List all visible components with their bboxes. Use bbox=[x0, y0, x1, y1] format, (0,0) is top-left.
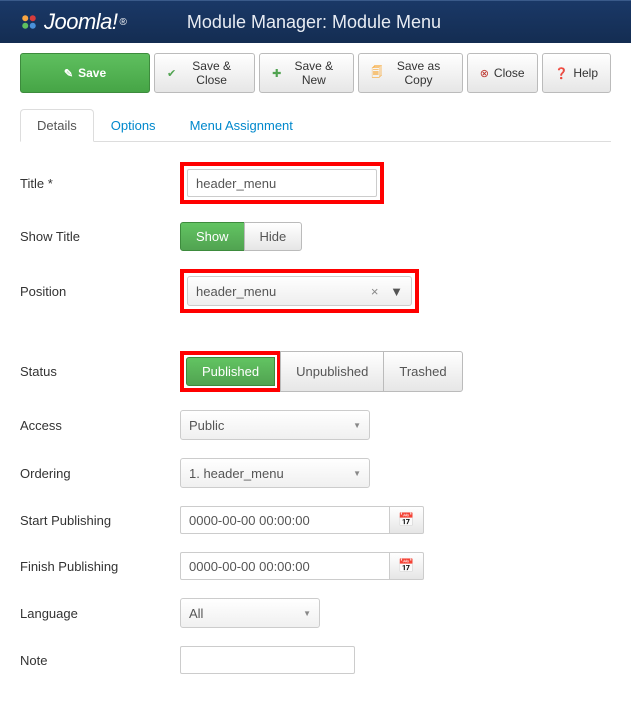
check-icon: ✔ bbox=[167, 67, 176, 80]
plus-icon: ✚ bbox=[272, 67, 281, 80]
finish-publishing-calendar-button[interactable]: 📅 bbox=[390, 552, 424, 580]
language-select[interactable]: All ▼ bbox=[180, 598, 320, 628]
save-button[interactable]: ✎ Save bbox=[20, 53, 150, 93]
show-button[interactable]: Show bbox=[180, 222, 245, 251]
highlight-title bbox=[180, 162, 384, 204]
tabs-nav: Details Options Menu Assignment bbox=[20, 109, 611, 142]
status-toggle: Published Unpublished Trashed bbox=[180, 351, 463, 392]
page-title: Module Manager: Module Menu bbox=[187, 12, 441, 33]
highlight-status: Published bbox=[180, 351, 281, 392]
header-bar: Joomla! ® Module Manager: Module Menu bbox=[0, 0, 631, 43]
apply-icon: ✎ bbox=[64, 67, 73, 80]
save-close-label: Save & Close bbox=[181, 59, 242, 87]
save-new-button[interactable]: ✚ Save & New bbox=[259, 53, 354, 93]
hide-button[interactable]: Hide bbox=[244, 222, 303, 251]
calendar-icon: 📅 bbox=[398, 512, 414, 528]
finish-publishing-input[interactable] bbox=[180, 552, 390, 580]
start-publishing-calendar-button[interactable]: 📅 bbox=[390, 506, 424, 534]
save-copy-label: Save as Copy bbox=[387, 59, 449, 87]
close-button[interactable]: ⊗ Close bbox=[467, 53, 538, 93]
highlight-position: header_menu × ▼ bbox=[180, 269, 419, 313]
caret-down-icon: ▼ bbox=[353, 421, 361, 430]
trashed-button[interactable]: Trashed bbox=[383, 351, 462, 392]
start-publishing-label: Start Publishing bbox=[20, 513, 180, 528]
unpublished-button[interactable]: Unpublished bbox=[280, 351, 384, 392]
language-label: Language bbox=[20, 606, 180, 621]
title-label: Title * bbox=[20, 176, 180, 191]
tab-details[interactable]: Details bbox=[20, 109, 94, 142]
save-close-button[interactable]: ✔ Save & Close bbox=[154, 53, 255, 93]
brand-reg: ® bbox=[120, 17, 127, 28]
help-icon: ❓ bbox=[555, 67, 569, 80]
published-button[interactable]: Published bbox=[186, 357, 275, 386]
finish-publishing-label: Finish Publishing bbox=[20, 559, 180, 574]
ordering-label: Ordering bbox=[20, 466, 180, 481]
show-title-label: Show Title bbox=[20, 229, 180, 244]
save-label: Save bbox=[78, 66, 106, 80]
calendar-icon: 📅 bbox=[398, 558, 414, 574]
caret-down-icon: ▼ bbox=[390, 284, 403, 299]
help-button[interactable]: ❓ Help bbox=[542, 53, 611, 93]
toolbar: ✎ Save ✔ Save & Close ✚ Save & New 🗐 Sav… bbox=[0, 43, 631, 99]
note-input[interactable] bbox=[180, 646, 355, 674]
title-input[interactable] bbox=[187, 169, 377, 197]
position-label: Position bbox=[20, 284, 180, 299]
tab-options[interactable]: Options bbox=[94, 109, 173, 142]
position-select[interactable]: header_menu × ▼ bbox=[187, 276, 412, 306]
save-copy-button[interactable]: 🗐 Save as Copy bbox=[358, 53, 462, 93]
copy-icon: 🗐 bbox=[371, 64, 382, 83]
clear-position-icon[interactable]: × bbox=[371, 284, 379, 299]
caret-down-icon: ▼ bbox=[303, 609, 311, 618]
close-label: Close bbox=[494, 66, 525, 80]
save-new-label: Save & New bbox=[286, 59, 341, 87]
show-title-toggle: Show Hide bbox=[180, 222, 302, 251]
brand-text: Joomla! bbox=[44, 9, 118, 35]
close-icon: ⊗ bbox=[480, 67, 489, 80]
position-value: header_menu bbox=[196, 284, 276, 299]
ordering-value: 1. header_menu bbox=[189, 466, 284, 481]
ordering-select[interactable]: 1. header_menu ▼ bbox=[180, 458, 370, 488]
help-label: Help bbox=[573, 66, 598, 80]
start-publishing-input[interactable] bbox=[180, 506, 390, 534]
form-area: Title * Show Title Show Hide Position he… bbox=[0, 142, 631, 712]
joomla-logo-icon bbox=[20, 13, 38, 31]
tab-menu-assignment[interactable]: Menu Assignment bbox=[173, 109, 310, 142]
note-label: Note bbox=[20, 653, 180, 668]
access-select[interactable]: Public ▼ bbox=[180, 410, 370, 440]
access-label: Access bbox=[20, 418, 180, 433]
caret-down-icon: ▼ bbox=[353, 469, 361, 478]
status-label: Status bbox=[20, 364, 180, 379]
logo-area: Joomla! ® bbox=[20, 9, 127, 35]
language-value: All bbox=[189, 606, 203, 621]
access-value: Public bbox=[189, 418, 224, 433]
